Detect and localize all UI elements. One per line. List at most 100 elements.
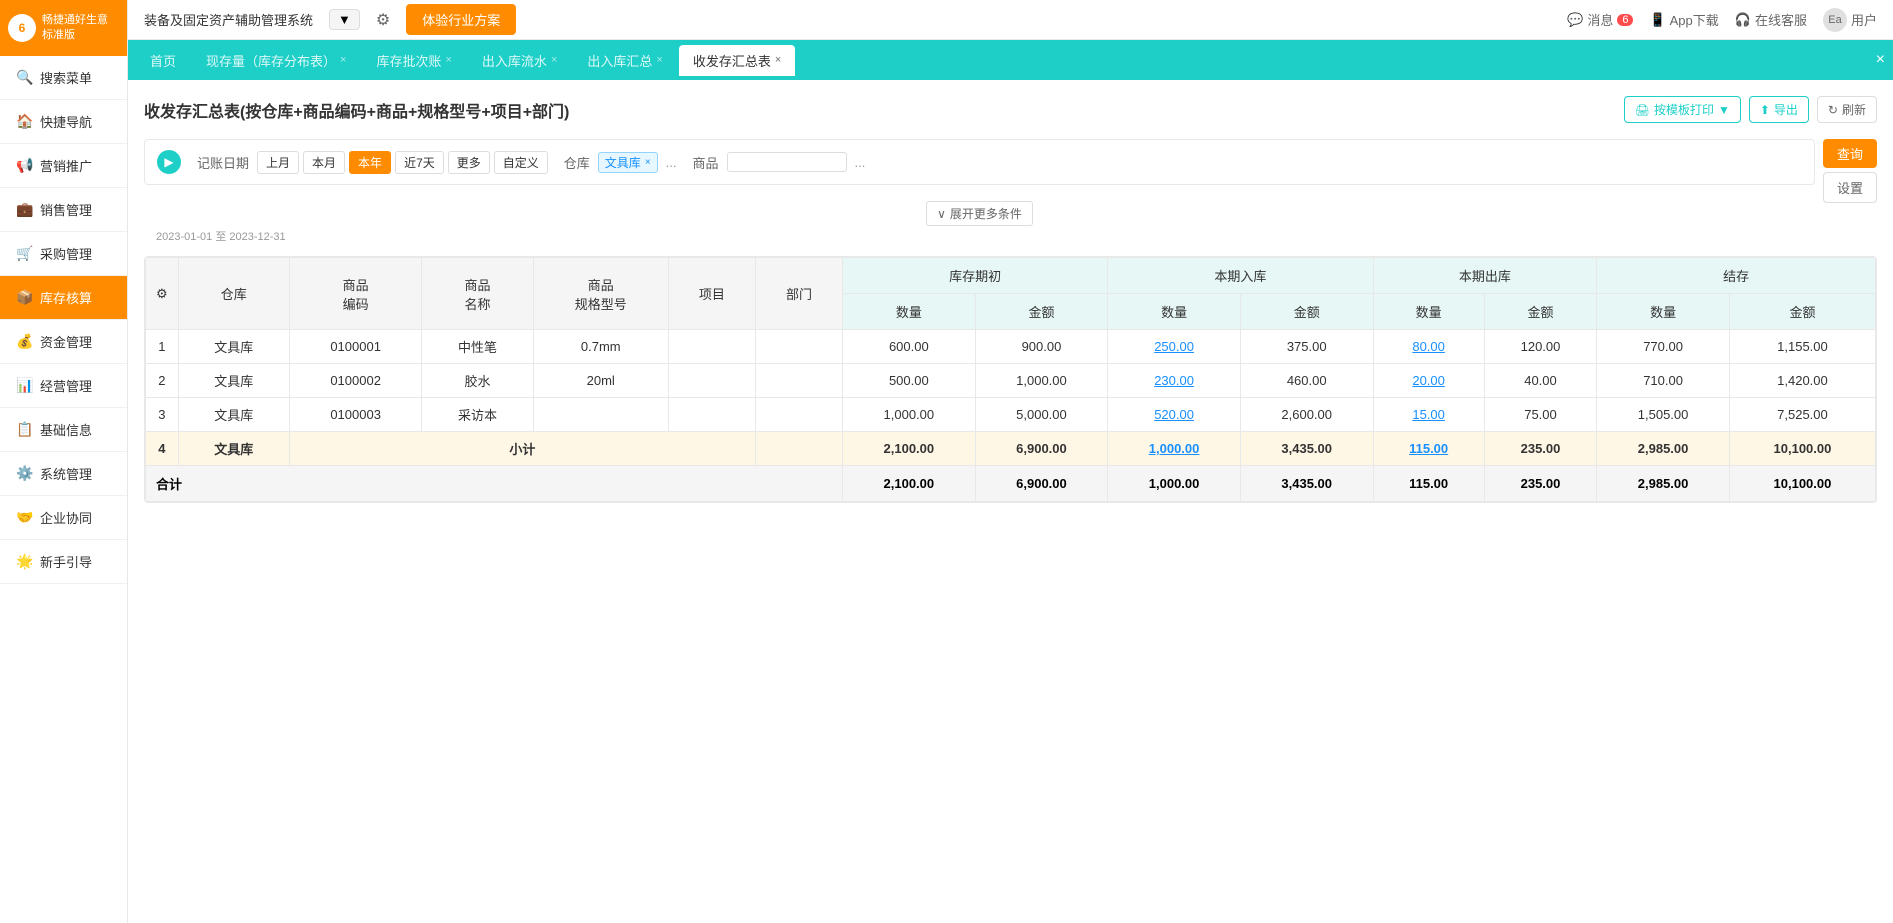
footer-qty-in: 1,000.00 bbox=[1108, 466, 1241, 502]
print-icon: 🖨 bbox=[1635, 103, 1650, 117]
tab-recv-send-summary-close[interactable]: × bbox=[775, 54, 781, 66]
phone-icon: 📱 bbox=[1649, 12, 1665, 28]
table-footer: 合计 2,100.00 6,900.00 1,000.00 3,435.00 1… bbox=[146, 466, 1876, 502]
sidebar-item-system-label: 系统管理 bbox=[40, 464, 92, 483]
inventory-icon: 📦 bbox=[16, 289, 32, 306]
tab-inout-flow[interactable]: 出入库流水 × bbox=[468, 45, 571, 76]
user-item[interactable]: Ea 用户 bbox=[1823, 8, 1877, 32]
row-code: 0100002 bbox=[289, 364, 422, 398]
th-amt-end: 金额 bbox=[1729, 294, 1875, 330]
sidebar-nav: 🔍 搜索菜单 🏠 快捷导航 📢 营销推广 💼 销售管理 🛒 采购管理 📦 库存核… bbox=[0, 56, 127, 923]
export-icon: ⬆ bbox=[1760, 103, 1770, 117]
sidebar-item-search[interactable]: 🔍 搜索菜单 bbox=[0, 56, 127, 100]
sidebar-title-block: 畅捷通好生意 标准版 bbox=[42, 13, 108, 44]
operation-icon: 📊 bbox=[16, 377, 32, 394]
basic-icon: 📋 bbox=[16, 421, 32, 438]
sidebar-item-finance[interactable]: 💰 资金管理 bbox=[0, 320, 127, 364]
row-qty-in[interactable]: 230.00 bbox=[1108, 364, 1241, 398]
export-button[interactable]: ⬆ 导出 bbox=[1749, 96, 1809, 123]
sidebar-title-line1: 畅捷通好生意 bbox=[42, 13, 108, 28]
date-btn-last-month[interactable]: 上月 bbox=[257, 151, 299, 174]
sidebar-item-inventory[interactable]: 📦 库存核算 bbox=[0, 276, 127, 320]
sidebar-item-basic[interactable]: 📋 基础信息 bbox=[0, 408, 127, 452]
sidebar: 6 畅捷通好生意 标准版 🔍 搜索菜单 🏠 快捷导航 📢 营销推广 💼 销售管理… bbox=[0, 0, 128, 923]
row-dept bbox=[755, 398, 842, 432]
marketing-icon: 📢 bbox=[16, 157, 32, 174]
table-body: 1 文具库 0100001 中性笔 0.7mm 600.00 900.00 25… bbox=[146, 330, 1876, 466]
page-title-row: 收发存汇总表(按仓库+商品编码+商品+规格型号+项目+部门) 🖨 按模板打印 ▼… bbox=[144, 96, 1877, 123]
warehouse-more[interactable]: ... bbox=[666, 155, 677, 170]
gear-icon[interactable]: ⚙ bbox=[376, 10, 390, 30]
product-more[interactable]: ... bbox=[855, 155, 866, 170]
row-qty-init: 1,000.00 bbox=[843, 398, 976, 432]
sidebar-item-enterprise[interactable]: 🤝 企业协同 bbox=[0, 496, 127, 540]
row-qty-out[interactable]: 20.00 bbox=[1373, 364, 1484, 398]
sidebar-item-marketing[interactable]: 📢 营销推广 bbox=[0, 144, 127, 188]
settings-button[interactable]: 设置 bbox=[1823, 172, 1877, 203]
date-btn-custom[interactable]: 自定义 bbox=[494, 151, 548, 174]
row-qty-in[interactable]: 1,000.00 bbox=[1108, 432, 1241, 466]
tab-batch-ledger[interactable]: 库存批次账 × bbox=[362, 45, 465, 76]
sidebar-item-quick-nav[interactable]: 🏠 快捷导航 bbox=[0, 100, 127, 144]
column-settings-icon[interactable]: ⚙ bbox=[156, 286, 168, 301]
row-dept bbox=[755, 432, 842, 466]
sidebar-item-marketing-label: 营销推广 bbox=[40, 156, 92, 175]
tab-inout-summary-close[interactable]: × bbox=[656, 54, 662, 66]
topbar-left: 装备及固定资产辅助管理系统 ▼ ⚙ 体验行业方案 bbox=[144, 4, 516, 35]
date-range-display: 2023-01-01 至 2023-12-31 bbox=[144, 228, 1815, 244]
tab-inout-flow-close[interactable]: × bbox=[551, 54, 557, 66]
tab-batch-ledger-label: 库存批次账 bbox=[376, 51, 441, 70]
row-spec: 20ml bbox=[533, 364, 668, 398]
warehouse-tag-close[interactable]: × bbox=[645, 157, 651, 168]
row-qty-out[interactable]: 15.00 bbox=[1373, 398, 1484, 432]
tab-inventory-dist-close[interactable]: × bbox=[340, 54, 346, 66]
sidebar-item-system[interactable]: ⚙️ 系统管理 bbox=[0, 452, 127, 496]
table-row: 4 文具库 小计 2,100.00 6,900.00 1,000.00 3,43… bbox=[146, 432, 1876, 466]
app-download-item[interactable]: 📱 App下载 bbox=[1649, 10, 1718, 29]
tabbar-close-button[interactable]: × bbox=[1876, 51, 1885, 69]
expand-conditions-button[interactable]: ∨ 展开更多条件 bbox=[926, 201, 1033, 226]
row-qty-out[interactable]: 115.00 bbox=[1373, 432, 1484, 466]
row-amt-end: 7,525.00 bbox=[1729, 398, 1875, 432]
sidebar-item-purchase-label: 采购管理 bbox=[40, 244, 92, 263]
sidebar-item-sales[interactable]: 💼 销售管理 bbox=[0, 188, 127, 232]
sidebar-item-guide[interactable]: 🌟 新手引导 bbox=[0, 540, 127, 584]
sidebar-item-purchase[interactable]: 🛒 采购管理 bbox=[0, 232, 127, 276]
data-table: ⚙ 仓库 商品编码 商品名称 商品规格型号 项目 部门 库存期初 本期入库 本期… bbox=[145, 257, 1876, 502]
online-service-item[interactable]: 🎧 在线客服 bbox=[1735, 10, 1807, 29]
row-qty-in[interactable]: 250.00 bbox=[1108, 330, 1241, 364]
sidebar-item-operation-label: 经营管理 bbox=[40, 376, 92, 395]
filter-product-group: 商品 ... bbox=[693, 152, 866, 172]
date-btn-this-year[interactable]: 本年 bbox=[349, 151, 391, 174]
message-item[interactable]: 💬 消息 6 bbox=[1567, 10, 1633, 29]
sidebar-item-finance-label: 资金管理 bbox=[40, 332, 92, 351]
tab-home[interactable]: 首页 bbox=[136, 45, 190, 76]
row-amt-in: 2,600.00 bbox=[1240, 398, 1373, 432]
query-button[interactable]: 查询 bbox=[1823, 139, 1877, 168]
th-spec: 商品规格型号 bbox=[533, 258, 668, 330]
filter-expand-arrow[interactable]: ▶ bbox=[157, 150, 181, 174]
date-btn-more[interactable]: 更多 bbox=[448, 151, 490, 174]
refresh-button[interactable]: ↻ 刷新 bbox=[1817, 96, 1877, 123]
tab-inout-summary[interactable]: 出入库汇总 × bbox=[573, 45, 676, 76]
filter-container: ▶ 记账日期 上月 本月 本年 近7天 更多 自定义 仓库 bbox=[144, 139, 1877, 244]
row-amt-in: 375.00 bbox=[1240, 330, 1373, 364]
date-btn-this-month[interactable]: 本月 bbox=[303, 151, 345, 174]
footer-row: 合计 2,100.00 6,900.00 1,000.00 3,435.00 1… bbox=[146, 466, 1876, 502]
table-header-row1: ⚙ 仓库 商品编码 商品名称 商品规格型号 项目 部门 库存期初 本期入库 本期… bbox=[146, 258, 1876, 294]
date-btn-7days[interactable]: 近7天 bbox=[395, 151, 444, 174]
main-area: 装备及固定资产辅助管理系统 ▼ ⚙ 体验行业方案 💬 消息 6 📱 App下载 … bbox=[128, 0, 1893, 923]
row-warehouse: 文具库 bbox=[178, 364, 289, 398]
print-button[interactable]: 🖨 按模板打印 ▼ bbox=[1624, 96, 1741, 123]
sidebar-item-operation[interactable]: 📊 经营管理 bbox=[0, 364, 127, 408]
th-opening-stock: 库存期初 bbox=[843, 258, 1108, 294]
th-project: 项目 bbox=[668, 258, 755, 330]
row-qty-in[interactable]: 520.00 bbox=[1108, 398, 1241, 432]
system-select[interactable]: ▼ bbox=[329, 9, 360, 30]
tab-recv-send-summary[interactable]: 收发存汇总表 × bbox=[679, 45, 795, 76]
tab-inventory-dist[interactable]: 现存量（库存分布表） × bbox=[192, 45, 360, 76]
tab-batch-ledger-close[interactable]: × bbox=[445, 54, 451, 66]
row-qty-out[interactable]: 80.00 bbox=[1373, 330, 1484, 364]
product-input[interactable] bbox=[727, 152, 847, 172]
trial-button[interactable]: 体验行业方案 bbox=[406, 4, 516, 35]
